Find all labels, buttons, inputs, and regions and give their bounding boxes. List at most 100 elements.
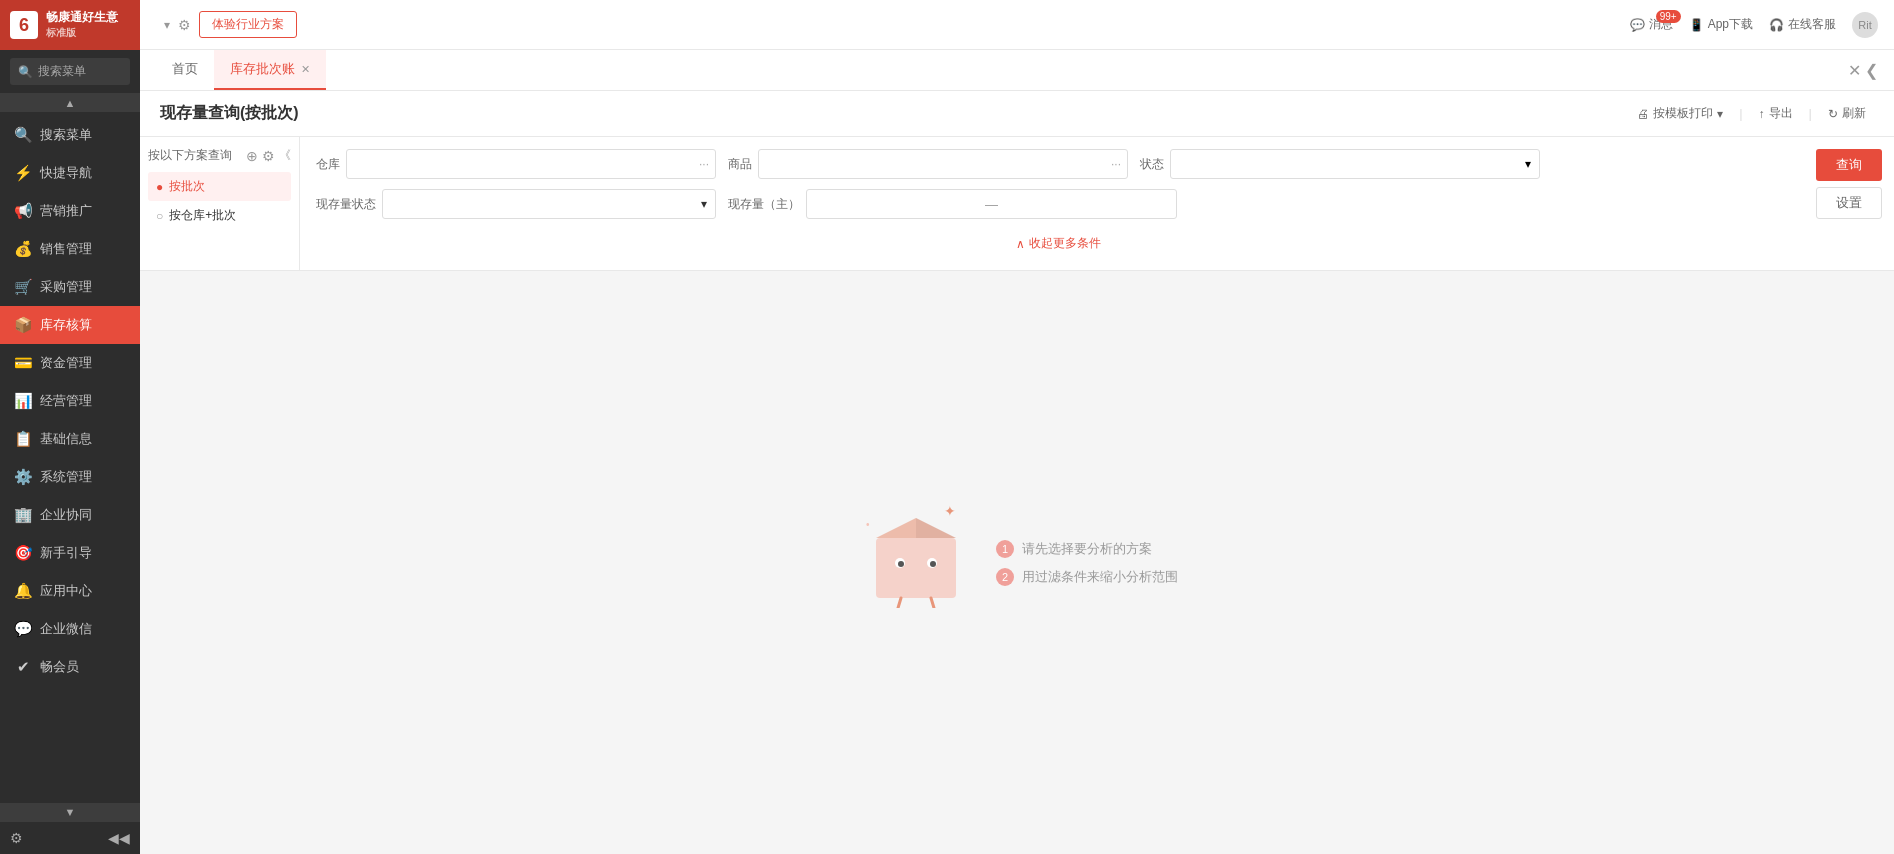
page-content: 现存量查询(按批次) 🖨 按模板打印 ▾ | ↑ 导出 | ↻ 刷新: [140, 91, 1894, 854]
svg-text:•: •: [866, 519, 870, 530]
quick-nav-nav-label: 快捷导航: [40, 164, 92, 182]
search-nav-icon: 🔍: [14, 126, 32, 144]
sidebar-item-appstore[interactable]: 🔔 应用中心: [0, 572, 140, 610]
collapse-label: 收起更多条件: [1029, 235, 1101, 252]
warehouse-more-icon[interactable]: ···: [693, 157, 715, 171]
messages-badge: 99+: [1656, 10, 1681, 23]
panel-expand-button[interactable]: ❮: [1865, 61, 1878, 80]
export-label: 导出: [1769, 105, 1793, 122]
sidebar-item-wechat[interactable]: 💬 企业微信: [0, 610, 140, 648]
page-title: 现存量查询(按批次): [160, 103, 299, 124]
collapse-row[interactable]: ∧ 收起更多条件: [316, 229, 1800, 258]
topbar-right: 💬 消息 99+ 📱 App下载 🎧 在线客服 Rit: [1630, 12, 1878, 38]
sidebar-scroll-up[interactable]: ▲: [0, 94, 140, 112]
company-name: 畅康通好生意: [46, 10, 118, 26]
sidebar-settings-button[interactable]: ⚙: [10, 830, 23, 846]
purchase-nav-icon: 🛒: [14, 278, 32, 296]
sidebar-item-marketing[interactable]: 📢 营销推广: [0, 192, 140, 230]
sidebar-item-search[interactable]: 🔍 搜索菜单: [0, 116, 140, 154]
sidebar-item-basic[interactable]: 📋 基础信息: [0, 420, 140, 458]
topbar: ▾ ⚙ 体验行业方案 💬 消息 99+ 📱 App下载 🎧 在线客服 Rit: [140, 0, 1894, 50]
stock-status-select[interactable]: ▾: [382, 189, 716, 219]
stock-amount-to[interactable]: [1002, 197, 1168, 211]
sidebar-item-finance[interactable]: 💳 资金管理: [0, 344, 140, 382]
empty-illustration: ✦ •: [856, 498, 976, 627]
settings-button[interactable]: 设置: [1816, 187, 1882, 219]
export-button[interactable]: ↑ 导出: [1751, 101, 1801, 126]
stock-amount-from[interactable]: [815, 197, 981, 211]
scheme-settings-button[interactable]: ⚙: [262, 147, 275, 164]
product-label: 商品: [728, 156, 752, 173]
status-dropdown-icon: ▾: [1525, 157, 1531, 171]
product-input[interactable]: [759, 157, 1105, 171]
scheme-item-by-warehouse-batch[interactable]: ○ 按仓库+批次: [148, 201, 291, 230]
appstore-nav-icon: 🔔: [14, 582, 32, 600]
app-download-button[interactable]: 📱 App下载: [1689, 16, 1753, 33]
online-service-button[interactable]: 🎧 在线客服: [1769, 16, 1836, 33]
sidebar-item-inventory[interactable]: 📦 库存核算: [0, 306, 140, 344]
sidebar-nav: 🔍 搜索菜单 ⚡ 快捷导航 📢 营销推广 💰 销售管理 🛒 采购管理 📦 库存核…: [0, 112, 140, 803]
avatar: Rit: [1852, 12, 1878, 38]
print-button[interactable]: 🖨 按模板打印 ▾: [1629, 101, 1731, 126]
refresh-icon: ↻: [1828, 107, 1838, 121]
tab-home[interactable]: 首页: [156, 50, 214, 90]
sidebar-item-system[interactable]: ⚙️ 系统管理: [0, 458, 140, 496]
system-nav-icon: ⚙️: [14, 468, 32, 486]
query-button[interactable]: 查询: [1816, 149, 1882, 181]
app-edition: 标准版: [46, 26, 118, 40]
scheme-by-batch-label: 按批次: [169, 178, 205, 195]
filter-inputs: 仓库 ··· 商品 ···: [300, 137, 1816, 270]
stock-status-label: 现存量状态: [316, 196, 376, 213]
online-service-label: 在线客服: [1788, 16, 1836, 33]
export-icon: ↑: [1759, 107, 1765, 121]
wechat-nav-label: 企业微信: [40, 620, 92, 638]
filter-row-2: 现存量状态 ▾ 现存量（主）: [316, 189, 1800, 219]
messages-button[interactable]: 💬 消息 99+: [1630, 16, 1673, 33]
scheme-actions: ⊕ ⚙ 《: [246, 147, 291, 164]
sidebar-collapse-button[interactable]: ◀◀: [108, 830, 130, 846]
status-select[interactable]: ▾: [1170, 149, 1540, 179]
print-icon: 🖨: [1637, 107, 1649, 121]
sidebar-item-member[interactable]: ✔ 畅会员: [0, 648, 140, 686]
page-title-bar: 现存量查询(按批次) 🖨 按模板打印 ▾ | ↑ 导出 | ↻ 刷新: [140, 91, 1894, 137]
sidebar-scroll-down[interactable]: ▼: [0, 803, 140, 821]
stock-amount-range: —: [806, 189, 1177, 219]
tab-close-button[interactable]: ✕: [301, 63, 310, 76]
warehouse-input[interactable]: [347, 157, 693, 171]
filter-group-status: 状态 ▾: [1140, 149, 1540, 179]
sidebar-item-enterprise[interactable]: 🏢 企业协同: [0, 496, 140, 534]
tab-home-label: 首页: [172, 60, 198, 78]
search-icon: 🔍: [18, 65, 33, 79]
refresh-label: 刷新: [1842, 105, 1866, 122]
enterprise-nav-icon: 🏢: [14, 506, 32, 524]
topbar-gear-button[interactable]: ⚙: [178, 17, 191, 33]
purchase-nav-label: 采购管理: [40, 278, 92, 296]
panel-close-button[interactable]: ✕: [1848, 61, 1861, 80]
inventory-nav-label: 库存核算: [40, 316, 92, 334]
operation-nav-icon: 📊: [14, 392, 32, 410]
tab-batch-account[interactable]: 库存批次账 ✕: [214, 50, 326, 90]
topbar-dropdown-button[interactable]: ▾: [164, 18, 170, 32]
marketing-nav-label: 营销推广: [40, 202, 92, 220]
scheme-item-by-batch[interactable]: ● 按批次: [148, 172, 291, 201]
sidebar-item-operation[interactable]: 📊 经营管理: [0, 382, 140, 420]
filter-buttons: 查询 设置: [1816, 137, 1894, 270]
scheme-add-button[interactable]: ⊕: [246, 147, 258, 164]
refresh-button[interactable]: ↻ 刷新: [1820, 101, 1874, 126]
user-profile[interactable]: Rit: [1852, 12, 1878, 38]
svg-marker-2: [916, 518, 956, 538]
user-name: Rit: [1858, 19, 1871, 31]
empty-tip-2: 2 用过滤条件来缩小分析范围: [996, 568, 1178, 586]
topbar-left: ▾ ⚙ 体验行业方案: [156, 11, 1622, 38]
sidebar-item-purchase[interactable]: 🛒 采购管理: [0, 268, 140, 306]
stock-status-dropdown-icon: ▾: [701, 197, 707, 211]
wechat-nav-icon: 💬: [14, 620, 32, 638]
trial-button[interactable]: 体验行业方案: [199, 11, 297, 38]
scheme-collapse-button[interactable]: 《: [279, 147, 291, 164]
sidebar-item-quick-nav[interactable]: ⚡ 快捷导航: [0, 154, 140, 192]
sidebar-item-newcomer[interactable]: 🎯 新手引导: [0, 534, 140, 572]
search-menu-button[interactable]: 🔍 搜索菜单: [10, 58, 130, 85]
sidebar-item-sales[interactable]: 💰 销售管理: [0, 230, 140, 268]
product-more-icon[interactable]: ···: [1105, 157, 1127, 171]
tabs-bar: 首页 库存批次账 ✕ ✕ ❮: [140, 50, 1894, 91]
